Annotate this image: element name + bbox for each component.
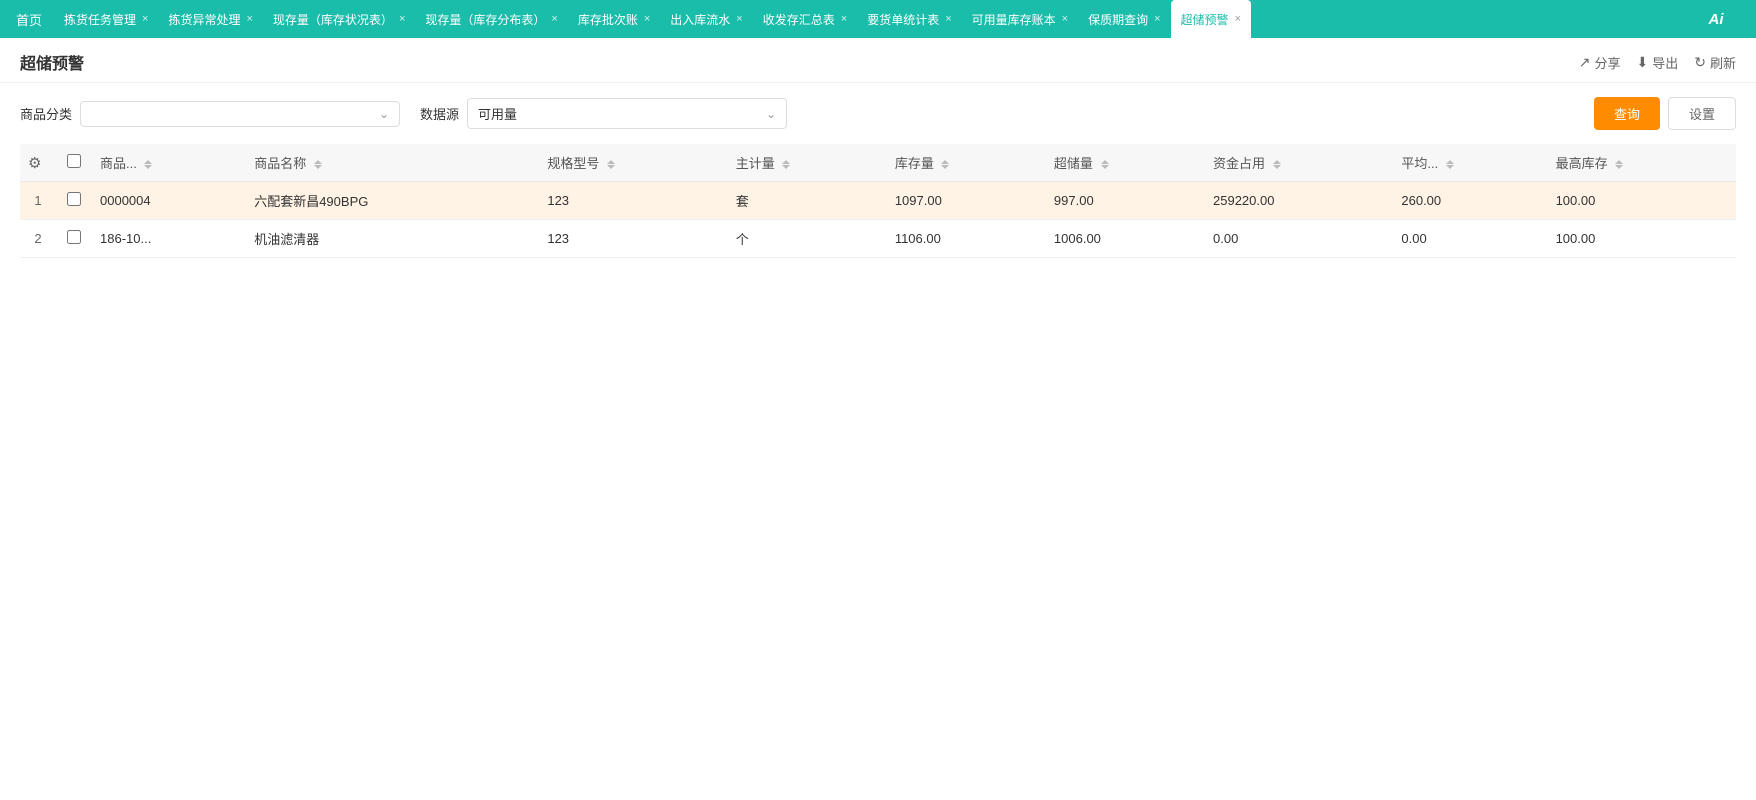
row-1-commodity-code: 0000004 [92, 182, 246, 220]
row-1-commodity-name: 六配套新昌490BPG [246, 182, 539, 220]
col-stock-header[interactable]: 库存量 [887, 144, 1046, 182]
col-commodity-name-header[interactable]: 商品名称 [246, 144, 539, 182]
page-content: 超储预警 ↗ 分享 ⬇ 导出 ↻ 刷新 商品分类 ⌄ 数据源 [0, 38, 1756, 800]
close-tab-7-icon[interactable]: × [841, 13, 847, 25]
col-spec-header[interactable]: 规格型号 [539, 144, 727, 182]
close-tab-2-icon[interactable]: × [246, 13, 252, 25]
datasource-group: 数据源 可用量 ⌄ [420, 98, 787, 129]
tab-9[interactable]: 可用量库存账本 × [962, 0, 1078, 38]
close-tab-9-icon[interactable]: × [1062, 13, 1068, 25]
row-1-stock: 1097.00 [887, 182, 1046, 220]
tab-10[interactable]: 保质期查询 × [1078, 0, 1170, 38]
filter-buttons: 查询 设置 [1594, 97, 1736, 130]
close-tab-8-icon[interactable]: × [945, 13, 951, 25]
sort-capital-icon [1273, 160, 1281, 169]
row-2-commodity-name: 机油滤清器 [246, 220, 539, 258]
row-1-max-stock: 100.00 [1548, 182, 1736, 220]
tab-4[interactable]: 现存量（库存分布表） × [415, 0, 567, 38]
close-tab-1-icon[interactable]: × [142, 13, 148, 25]
close-tab-4-icon[interactable]: × [551, 13, 557, 25]
tab-5[interactable]: 库存批次账 × [568, 0, 660, 38]
table-row: 1 0000004 六配套新昌490BPG 123 套 1097.00 997.… [20, 182, 1736, 220]
row-1-checkbox-cell[interactable] [56, 182, 92, 220]
row-2-stock: 1106.00 [887, 220, 1046, 258]
tab-6[interactable]: 出入库流水 × [660, 0, 752, 38]
close-tab-5-icon[interactable]: × [644, 13, 650, 25]
close-tab-10-icon[interactable]: × [1154, 13, 1160, 25]
row-2-checkbox-cell[interactable] [56, 220, 92, 258]
row-2-overstock: 1006.00 [1046, 220, 1205, 258]
col-checkbox-header[interactable] [56, 144, 92, 182]
commodity-category-select[interactable]: ⌄ [80, 101, 400, 127]
sort-commodity-code-icon [144, 160, 152, 169]
page-header: 超储预警 ↗ 分享 ⬇ 导出 ↻ 刷新 [0, 38, 1756, 83]
row-1-checkbox[interactable] [67, 192, 81, 206]
row-2-commodity-code: 186-10... [92, 220, 246, 258]
tab-1[interactable]: 拣货任务管理 × [54, 0, 158, 38]
sort-unit-icon [782, 160, 790, 169]
settings-button[interactable]: 设置 [1668, 97, 1736, 130]
col-capital-header[interactable]: 资金占用 [1205, 144, 1393, 182]
tab-7[interactable]: 收发存汇总表 × [753, 0, 857, 38]
col-overstock-header[interactable]: 超储量 [1046, 144, 1205, 182]
row-2-max-stock: 100.00 [1548, 220, 1736, 258]
nav-home[interactable]: 首页 [4, 0, 54, 38]
datasource-label: 数据源 [420, 104, 459, 123]
ai-badge[interactable]: Ai [1676, 0, 1756, 38]
col-unit-header[interactable]: 主计量 [728, 144, 887, 182]
export-button[interactable]: ⬇ 导出 [1637, 53, 1679, 72]
select-all-checkbox[interactable] [67, 154, 81, 168]
tab-11[interactable]: 超储预警 × [1171, 0, 1251, 38]
export-icon: ⬇ [1637, 54, 1649, 71]
query-button[interactable]: 查询 [1594, 97, 1660, 130]
datasource-select[interactable]: 可用量 ⌄ [467, 98, 787, 129]
refresh-button[interactable]: ↻ 刷新 [1694, 53, 1736, 72]
commodity-category-group: 商品分类 ⌄ [20, 101, 400, 127]
sort-max-stock-icon [1615, 160, 1623, 169]
row-1-unit: 套 [728, 182, 887, 220]
filter-area: 商品分类 ⌄ 数据源 可用量 ⌄ 查询 设置 [0, 83, 1756, 144]
tab-2[interactable]: 拣货异常处理 × [158, 0, 262, 38]
row-2-index: 2 [20, 220, 56, 258]
share-icon: ↗ [1579, 54, 1591, 71]
row-1-spec: 123 [539, 182, 727, 220]
row-1-avg: 260.00 [1393, 182, 1547, 220]
row-2-avg: 0.00 [1393, 220, 1547, 258]
col-commodity-code-header[interactable]: 商品... [92, 144, 246, 182]
col-max-stock-header[interactable]: 最高库存 [1548, 144, 1736, 182]
main-table: ⚙ 商品... 商品名称 [20, 144, 1736, 258]
row-2-checkbox[interactable] [67, 230, 81, 244]
table-row: 2 186-10... 机油滤清器 123 个 1106.00 1006.00 … [20, 220, 1736, 258]
tab-8[interactable]: 要货单统计表 × [857, 0, 961, 38]
col-avg-header[interactable]: 平均... [1393, 144, 1547, 182]
row-2-capital: 0.00 [1205, 220, 1393, 258]
sort-spec-icon [607, 160, 615, 169]
share-button[interactable]: ↗ 分享 [1579, 53, 1621, 72]
header-actions: ↗ 分享 ⬇ 导出 ↻ 刷新 [1579, 53, 1736, 72]
row-1-capital: 259220.00 [1205, 182, 1393, 220]
row-1-overstock: 997.00 [1046, 182, 1205, 220]
close-tab-6-icon[interactable]: × [736, 13, 742, 25]
table-container: ⚙ 商品... 商品名称 [0, 144, 1756, 258]
top-navigation: 首页 拣货任务管理 × 拣货异常处理 × 现存量（库存状况表） × 现存量（库存… [0, 0, 1756, 38]
sort-commodity-name-icon [314, 160, 322, 169]
sort-avg-icon [1446, 160, 1454, 169]
row-2-unit: 个 [728, 220, 887, 258]
commodity-category-arrow-icon: ⌄ [379, 107, 389, 121]
page-title: 超储预警 [20, 50, 84, 74]
datasource-value: 可用量 [478, 104, 517, 123]
refresh-icon: ↻ [1694, 54, 1706, 71]
table-header-row: ⚙ 商品... 商品名称 [20, 144, 1736, 182]
table-settings-icon[interactable]: ⚙ [28, 155, 41, 172]
tab-3[interactable]: 现存量（库存状况表） × [263, 0, 415, 38]
datasource-arrow-icon: ⌄ [766, 107, 776, 121]
sort-overstock-icon [1101, 160, 1109, 169]
commodity-category-label: 商品分类 [20, 104, 72, 123]
close-tab-3-icon[interactable]: × [399, 13, 405, 25]
close-tab-11-icon[interactable]: × [1235, 13, 1241, 25]
row-2-spec: 123 [539, 220, 727, 258]
row-1-index: 1 [20, 182, 56, 220]
col-gear-header[interactable]: ⚙ [20, 144, 56, 182]
sort-stock-icon [941, 160, 949, 169]
